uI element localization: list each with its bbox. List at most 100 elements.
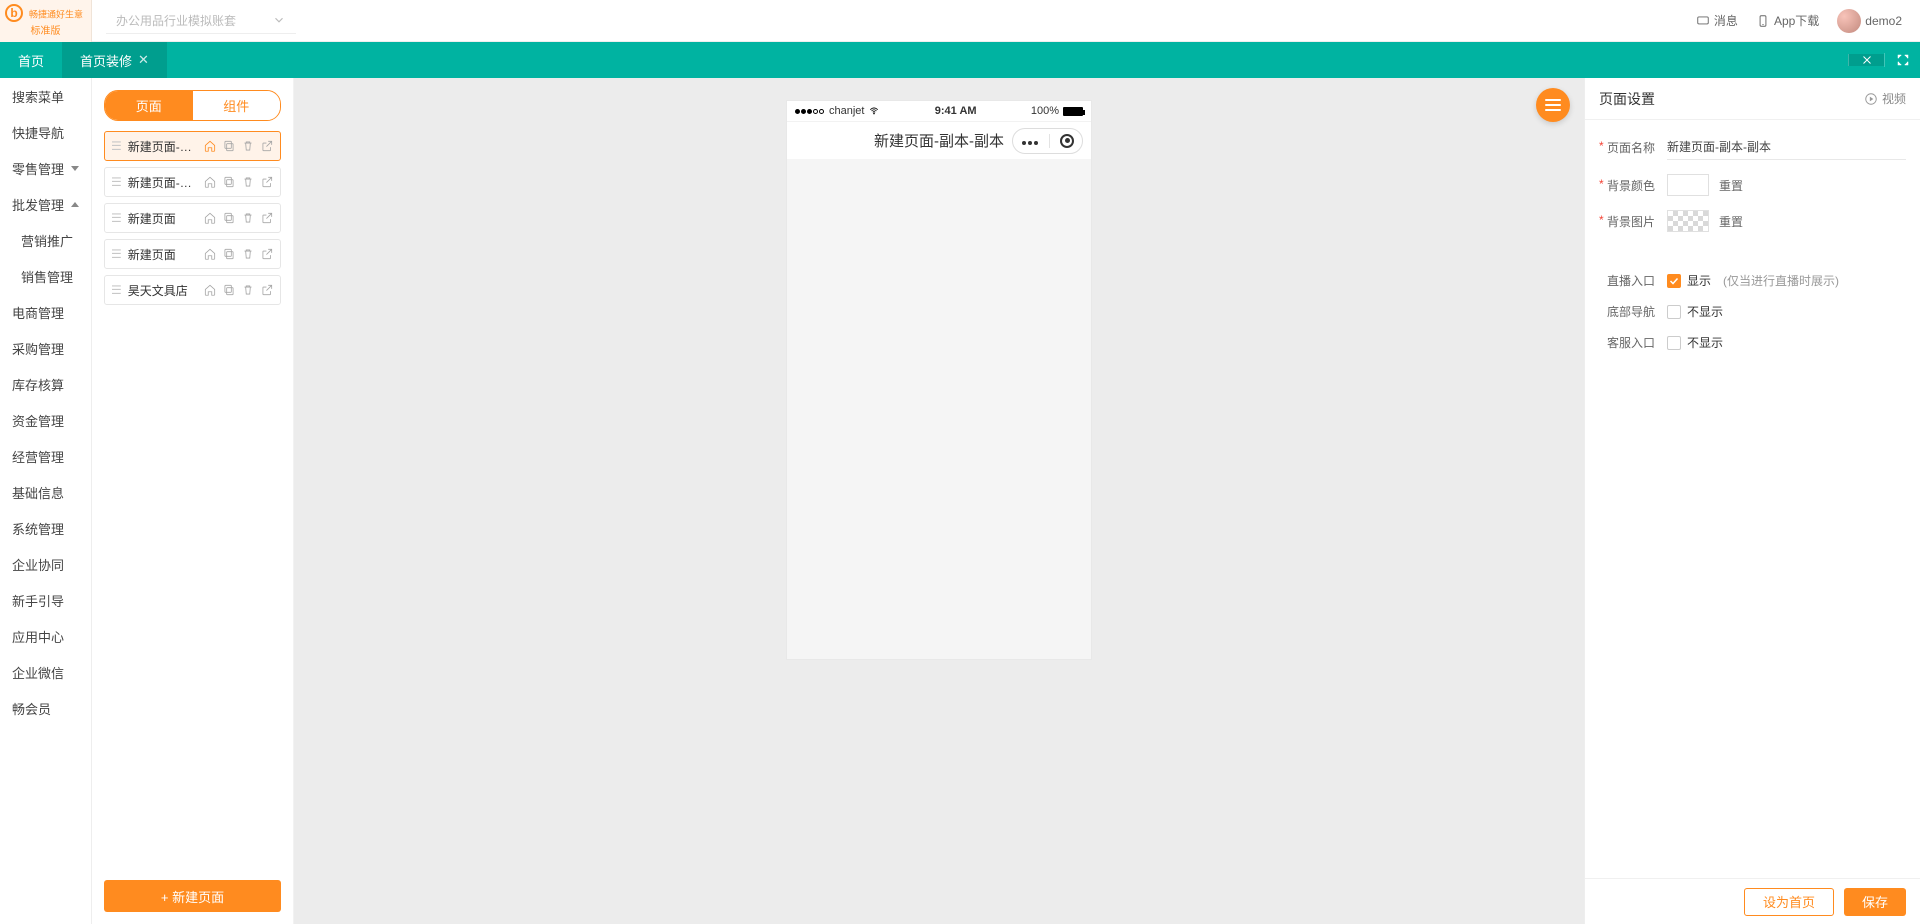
save-button[interactable]: 保存: [1844, 888, 1906, 916]
phone-body[interactable]: [787, 159, 1091, 659]
checkbox-icon: [1667, 336, 1681, 350]
drag-handle-icon[interactable]: ☰: [111, 283, 122, 297]
toggle-panel-button[interactable]: [1536, 88, 1570, 122]
copy-icon[interactable]: [222, 175, 236, 189]
bottom-nav-checkbox[interactable]: 不显示: [1667, 303, 1723, 320]
page-item-label: 新建页面: [128, 246, 203, 263]
bg-color-swatch[interactable]: [1667, 174, 1709, 196]
video-help-link[interactable]: 视频: [1864, 90, 1906, 107]
sidebar-item-8[interactable]: 库存核算: [0, 366, 91, 402]
delete-icon[interactable]: [241, 247, 255, 261]
drag-handle-icon[interactable]: ☰: [111, 211, 122, 225]
wifi-icon: [868, 106, 880, 116]
page-item-3[interactable]: ☰ 新建页面: [104, 239, 281, 269]
phone-preview: chanjet 9:41 AM 100% 新建页面-副本-副本: [786, 100, 1092, 660]
share-icon[interactable]: [260, 247, 274, 261]
share-icon[interactable]: [260, 139, 274, 153]
checkbox-icon: [1667, 274, 1681, 288]
home-icon[interactable]: [203, 139, 217, 153]
share-icon[interactable]: [260, 211, 274, 225]
battery-icon: [1063, 107, 1083, 116]
bg-image-swatch[interactable]: [1667, 210, 1709, 232]
home-icon[interactable]: [203, 175, 217, 189]
tab-component[interactable]: 组件: [193, 91, 281, 120]
label-bottom-nav: 底部导航: [1599, 303, 1667, 320]
sidebar-item-12[interactable]: 系统管理: [0, 510, 91, 546]
sidebar-item-17[interactable]: 畅会员: [0, 690, 91, 726]
messages-action[interactable]: 消息: [1696, 12, 1738, 29]
delete-icon[interactable]: [241, 211, 255, 225]
phone-page-title: 新建页面-副本-副本: [874, 130, 1004, 151]
bg-color-reset[interactable]: 重置: [1719, 177, 1743, 194]
tab-1[interactable]: 首页装修✕: [62, 42, 167, 78]
menu-icon: [1021, 132, 1039, 149]
label-bg-image: 背景图片: [1599, 213, 1667, 230]
home-icon[interactable]: [203, 247, 217, 261]
account-select[interactable]: 办公用品行业模拟账套: [106, 8, 296, 34]
sidebar-item-4[interactable]: 营销推广: [0, 222, 91, 258]
copy-icon[interactable]: [222, 211, 236, 225]
share-icon[interactable]: [260, 175, 274, 189]
user-menu[interactable]: demo2: [1837, 9, 1902, 33]
hamburger-icon: [1545, 104, 1561, 106]
chevron-down-icon: [71, 166, 79, 171]
delete-icon[interactable]: [241, 139, 255, 153]
sidebar-item-2[interactable]: 零售管理: [0, 150, 91, 186]
tab-bar: 首页首页装修✕: [0, 42, 1920, 78]
sidebar-item-3[interactable]: 批发管理: [0, 186, 91, 222]
tab-0[interactable]: 首页: [0, 42, 62, 78]
close-tabs-button[interactable]: [1848, 54, 1884, 66]
sidebar: 搜索菜单快捷导航零售管理批发管理营销推广销售管理电商管理采购管理库存核算资金管理…: [0, 78, 92, 924]
delete-icon[interactable]: [241, 175, 255, 189]
home-icon[interactable]: [203, 211, 217, 225]
drag-handle-icon[interactable]: ☰: [111, 139, 122, 153]
fullscreen-button[interactable]: [1884, 53, 1920, 67]
settings-panel: 页面设置 视频 页面名称 背景颜色 重置 背景图片: [1584, 78, 1920, 924]
canvas: chanjet 9:41 AM 100% 新建页面-副本-副本: [294, 78, 1584, 924]
copy-icon[interactable]: [222, 283, 236, 297]
close-icon[interactable]: ✕: [138, 52, 149, 68]
sidebar-item-1[interactable]: 快捷导航: [0, 114, 91, 150]
delete-icon[interactable]: [241, 283, 255, 297]
sidebar-item-14[interactable]: 新手引导: [0, 582, 91, 618]
page-name-input[interactable]: [1667, 134, 1906, 160]
sidebar-item-13[interactable]: 企业协同: [0, 546, 91, 582]
share-icon[interactable]: [260, 283, 274, 297]
page-item-label: 昊天文具店: [128, 282, 203, 299]
app-download-action[interactable]: App下载: [1756, 12, 1819, 29]
sidebar-item-9[interactable]: 资金管理: [0, 402, 91, 438]
close-icon: [1861, 54, 1873, 66]
bg-image-reset[interactable]: 重置: [1719, 213, 1743, 230]
checkbox-icon: [1667, 305, 1681, 319]
phone-time: 9:41 AM: [935, 105, 977, 117]
page-item-0[interactable]: ☰新建页面-副本-...: [104, 131, 281, 161]
page-item-1[interactable]: ☰新建页面-副本: [104, 167, 281, 197]
chevron-down-icon: [272, 13, 286, 27]
copy-icon[interactable]: [222, 139, 236, 153]
page-component-tabs: 页面 组件: [104, 90, 281, 121]
sidebar-item-16[interactable]: 企业微信: [0, 654, 91, 690]
drag-handle-icon[interactable]: ☰: [111, 247, 122, 261]
live-entry-checkbox[interactable]: 显示 (仅当进行直播时展示): [1667, 272, 1839, 289]
header-actions: 消息 App下载 demo2: [1696, 9, 1920, 33]
phone-title-bar: 新建页面-副本-副本: [787, 121, 1091, 159]
drag-handle-icon[interactable]: ☰: [111, 175, 122, 189]
service-entry-checkbox[interactable]: 不显示: [1667, 334, 1723, 351]
sidebar-item-6[interactable]: 电商管理: [0, 294, 91, 330]
sidebar-item-0[interactable]: 搜索菜单: [0, 78, 91, 114]
copy-icon[interactable]: [222, 247, 236, 261]
page-list-column: 页面 组件 ☰新建页面-副本-...☰新建页面-副本☰新建页面☰新建页面☰昊天文…: [92, 78, 294, 924]
tab-page[interactable]: 页面: [105, 91, 193, 120]
sidebar-item-5[interactable]: 销售管理: [0, 258, 91, 294]
sidebar-item-10[interactable]: 经营管理: [0, 438, 91, 474]
sidebar-item-11[interactable]: 基础信息: [0, 474, 91, 510]
mini-program-capsule[interactable]: [1012, 128, 1083, 154]
new-page-button[interactable]: + 新建页面: [104, 880, 281, 912]
home-icon[interactable]: [203, 283, 217, 297]
set-home-button[interactable]: 设为首页: [1744, 888, 1834, 916]
sidebar-item-15[interactable]: 应用中心: [0, 618, 91, 654]
sidebar-item-7[interactable]: 采购管理: [0, 330, 91, 366]
page-item-4[interactable]: ☰ 昊天文具店: [104, 275, 281, 305]
page-item-2[interactable]: ☰新建页面: [104, 203, 281, 233]
label-live-entry: 直播入口: [1599, 272, 1667, 289]
